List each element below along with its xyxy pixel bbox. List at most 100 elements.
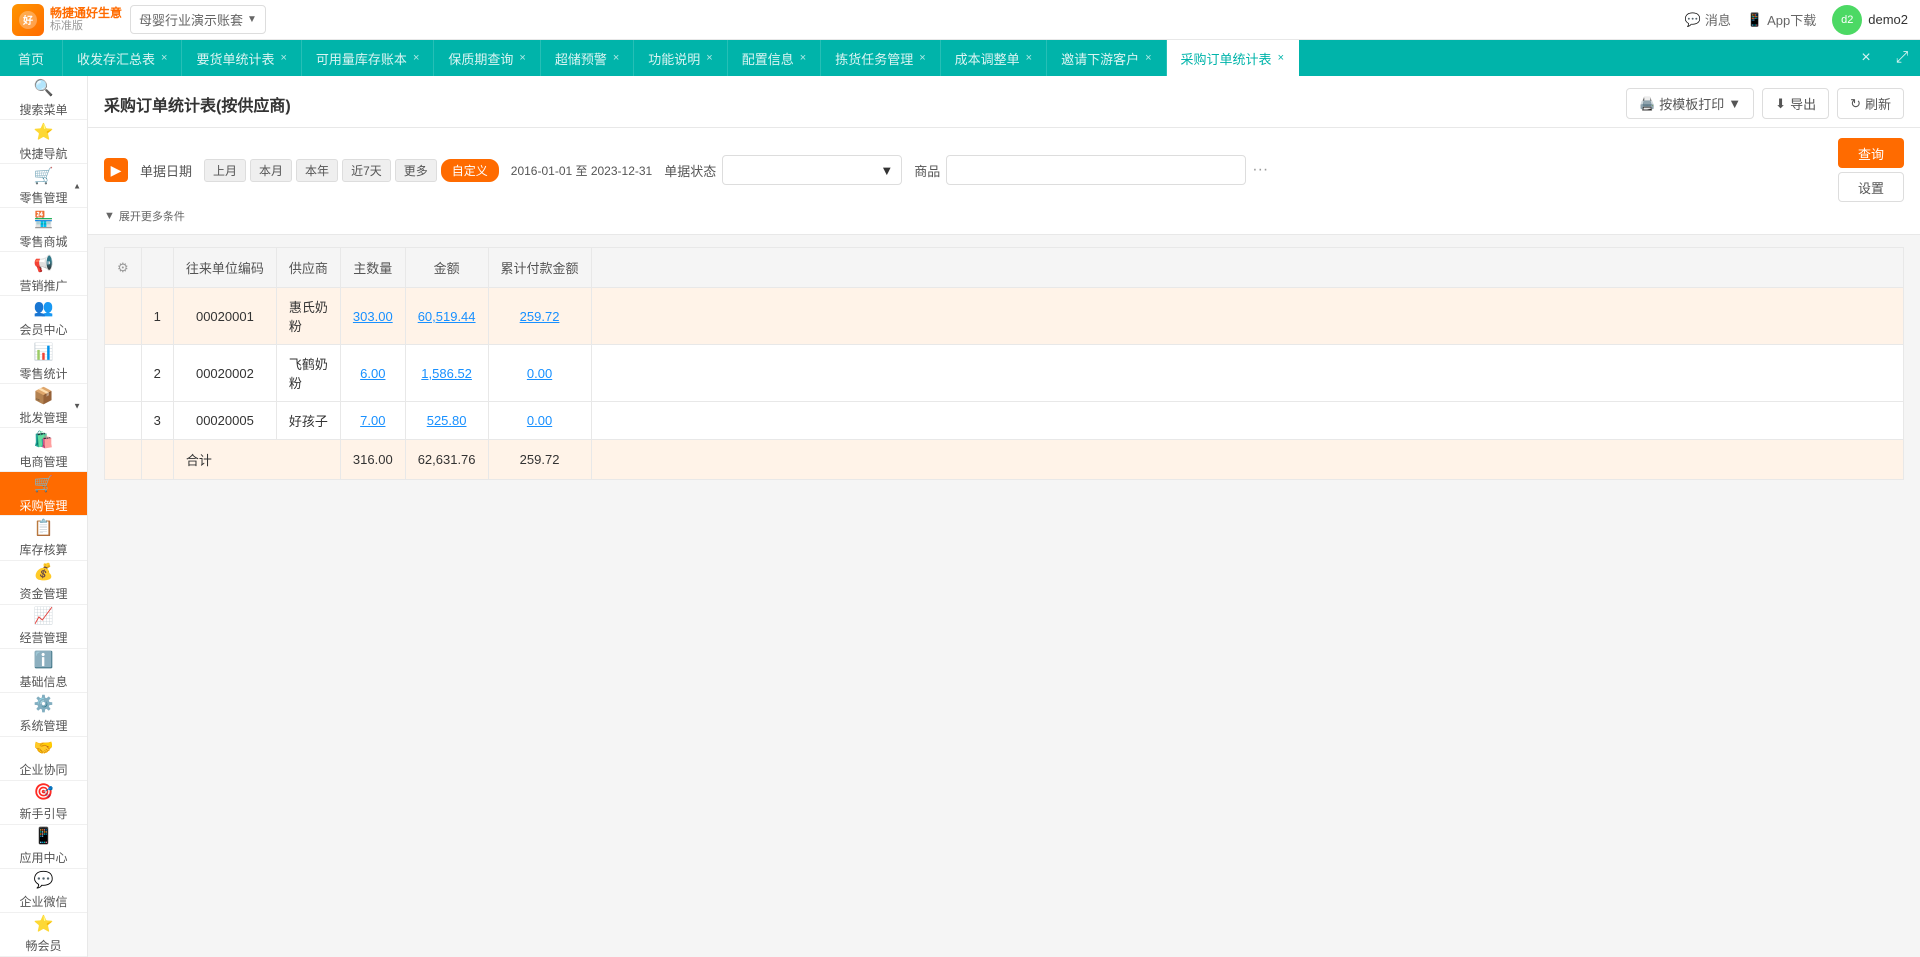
sidebar-item-finance[interactable]: 💰 资金管理	[0, 561, 87, 605]
settings-icon[interactable]: ⚙	[117, 260, 129, 275]
cell-code: 00020001	[173, 288, 276, 345]
col-settings[interactable]: ⚙	[105, 248, 142, 288]
close-window-btn[interactable]: ×	[1848, 40, 1884, 76]
refresh-button[interactable]: ↻ 刷新	[1837, 88, 1904, 119]
app-icon: 📱	[34, 826, 54, 846]
close-icon[interactable]: ×	[413, 52, 419, 64]
cell-seq: 3	[141, 402, 173, 440]
cell-extra	[591, 402, 1903, 440]
sidebar-item-ecommerce[interactable]: 🛍️ 电商管理	[0, 428, 87, 472]
filter-toggle-btn[interactable]: ▶	[104, 158, 128, 182]
shortcut-this-month[interactable]: 本月	[250, 159, 292, 182]
tab-receive-summary[interactable]: 收发存汇总表 ×	[63, 40, 182, 76]
data-table: ⚙ 往来单位编码 供应商 主数量 金额 累计付款金额 1	[104, 247, 1904, 480]
sidebar-item-enterprise-wechat[interactable]: 💬 企业微信	[0, 869, 87, 913]
sidebar-item-app-center[interactable]: 📱 应用中心	[0, 825, 87, 869]
shortcut-last-month[interactable]: 上月	[204, 159, 246, 182]
goods-input[interactable]	[946, 155, 1246, 185]
close-icon[interactable]: ×	[161, 52, 167, 64]
tab-requisition-summary[interactable]: 要货单统计表 ×	[182, 40, 301, 76]
close-icon[interactable]: ×	[919, 52, 925, 64]
refresh-icon: ↻	[1850, 96, 1861, 112]
close-icon[interactable]: ×	[280, 52, 286, 64]
query-button[interactable]: 查询	[1838, 138, 1904, 168]
gear-icon: ⚙️	[34, 694, 54, 714]
tab-config-info[interactable]: 配置信息 ×	[728, 40, 821, 76]
sidebar-item-search[interactable]: 🔍 搜索菜单	[0, 76, 87, 120]
tab-cost-adjust[interactable]: 成本调整单 ×	[941, 40, 1047, 76]
close-icon[interactable]: ×	[613, 52, 619, 64]
filter-bar: ▶ 单据日期 上月 本月 本年 近7天 更多 自定义 2016-01-01 至 …	[88, 128, 1920, 235]
sidebar-label: 库存核算	[19, 541, 67, 558]
tab-pick-task[interactable]: 拣货任务管理 ×	[821, 40, 940, 76]
sidebar-item-vip-member[interactable]: ⭐ 畅会员	[0, 913, 87, 957]
sidebar-item-new-guide[interactable]: 🎯 新手引导	[0, 781, 87, 825]
col-paid: 累计付款金额	[488, 248, 591, 288]
export-button[interactable]: ⬇ 导出	[1762, 88, 1829, 119]
phone-icon: 📱	[1747, 12, 1763, 28]
user-name[interactable]: demo2	[1868, 12, 1908, 27]
cell-quantity[interactable]: 7.00	[340, 402, 405, 440]
tab-invite-downstream[interactable]: 邀请下游客户 ×	[1047, 40, 1166, 76]
close-icon[interactable]: ×	[800, 52, 806, 64]
settings-button[interactable]: 设置	[1838, 172, 1904, 202]
tab-available-stock[interactable]: 可用量库存账本 ×	[302, 40, 434, 76]
date-range: 2016-01-01 至 2023-12-31	[511, 162, 652, 179]
tab-controls: × ⤢	[1848, 40, 1920, 76]
sidebar-item-marketing[interactable]: 📢 营销推广	[0, 252, 87, 296]
tab-label: 收发存汇总表	[77, 49, 155, 68]
tab-function-desc[interactable]: 功能说明 ×	[634, 40, 727, 76]
tab-overstock-alert[interactable]: 超储预警 ×	[541, 40, 634, 76]
sidebar-item-ops-mgmt[interactable]: 📈 经营管理	[0, 605, 87, 649]
table-row: 1 00020001 惠氏奶粉 303.00 60,519.44 259.72	[105, 288, 1904, 345]
more-icon[interactable]: ···	[1252, 161, 1268, 179]
cell-paid[interactable]: 259.72	[488, 288, 591, 345]
tab-home[interactable]: 首页	[0, 40, 63, 76]
close-icon[interactable]: ×	[1278, 52, 1284, 64]
maximize-window-btn[interactable]: ⤢	[1884, 40, 1920, 76]
main-layout: 🔍 搜索菜单 ⭐ 快捷导航 🛒 零售管理 🏪 零售商城 📢 营销推广 👥 会员中…	[0, 76, 1920, 957]
workspace-selector[interactable]: 母婴行业演示账套 ▼	[130, 5, 266, 34]
cell-amount[interactable]: 60,519.44	[405, 288, 488, 345]
cell-paid[interactable]: 0.00	[488, 402, 591, 440]
tab-label: 成本调整单	[955, 49, 1020, 68]
footer-empty2	[141, 440, 173, 480]
sidebar-item-enterprise-coop[interactable]: 🤝 企业协同	[0, 737, 87, 781]
shortcut-7days[interactable]: 近7天	[342, 159, 391, 182]
sidebar-item-retail-stats[interactable]: 📊 零售统计	[0, 340, 87, 384]
sidebar-label: 资金管理	[19, 585, 67, 602]
cell-quantity[interactable]: 303.00	[340, 288, 405, 345]
sidebar-item-member-center[interactable]: 👥 会员中心	[0, 296, 87, 340]
close-icon[interactable]: ×	[706, 52, 712, 64]
cell-code: 00020002	[173, 345, 276, 402]
close-icon[interactable]: ×	[519, 52, 525, 64]
shortcut-more[interactable]: 更多	[395, 159, 437, 182]
filter-row-1: ▶ 单据日期 上月 本月 本年 近7天 更多 自定义 2016-01-01 至 …	[104, 138, 1904, 202]
dropdown-icon: ▼	[247, 14, 257, 25]
cell-amount[interactable]: 525.80	[405, 402, 488, 440]
sidebar-item-basic-info[interactable]: ℹ️ 基础信息	[0, 649, 87, 693]
tab-purchase-summary[interactable]: 采购订单统计表 ×	[1167, 40, 1299, 76]
close-icon[interactable]: ×	[1026, 52, 1032, 64]
cell-amount[interactable]: 1,586.52	[405, 345, 488, 402]
sidebar-item-wholesale-mgmt[interactable]: 📦 批发管理	[0, 384, 87, 428]
expand-more-btn[interactable]: ▼ 展开更多条件	[104, 208, 1904, 224]
sidebar-item-retail-mgmt[interactable]: 🛒 零售管理	[0, 164, 87, 208]
user-area[interactable]: d2 demo2	[1832, 5, 1908, 35]
status-select[interactable]: ▼	[722, 155, 902, 185]
sidebar-item-quick-nav[interactable]: ⭐ 快捷导航	[0, 120, 87, 164]
content-area: 采购订单统计表(按供应商) 🖨️ 按模板打印 ▼ ⬇ 导出 ↻ 刷新	[88, 76, 1920, 957]
app-download-btn[interactable]: 📱 App下载	[1747, 10, 1816, 29]
shortcut-this-year[interactable]: 本年	[296, 159, 338, 182]
tab-expiry-query[interactable]: 保质期查询 ×	[434, 40, 540, 76]
sidebar-item-retail-mall[interactable]: 🏪 零售商城	[0, 208, 87, 252]
close-icon[interactable]: ×	[1145, 52, 1151, 64]
print-button[interactable]: 🖨️ 按模板打印 ▼	[1626, 88, 1754, 119]
cell-paid[interactable]: 0.00	[488, 345, 591, 402]
shortcut-custom[interactable]: 自定义	[441, 159, 499, 182]
sidebar-item-inventory[interactable]: 📋 库存核算	[0, 516, 87, 560]
message-btn[interactable]: 💬 消息	[1685, 10, 1731, 29]
cell-quantity[interactable]: 6.00	[340, 345, 405, 402]
sidebar-item-purchase-mgmt[interactable]: 🛒 采购管理	[0, 472, 87, 516]
sidebar-item-sys-mgmt[interactable]: ⚙️ 系统管理	[0, 693, 87, 737]
